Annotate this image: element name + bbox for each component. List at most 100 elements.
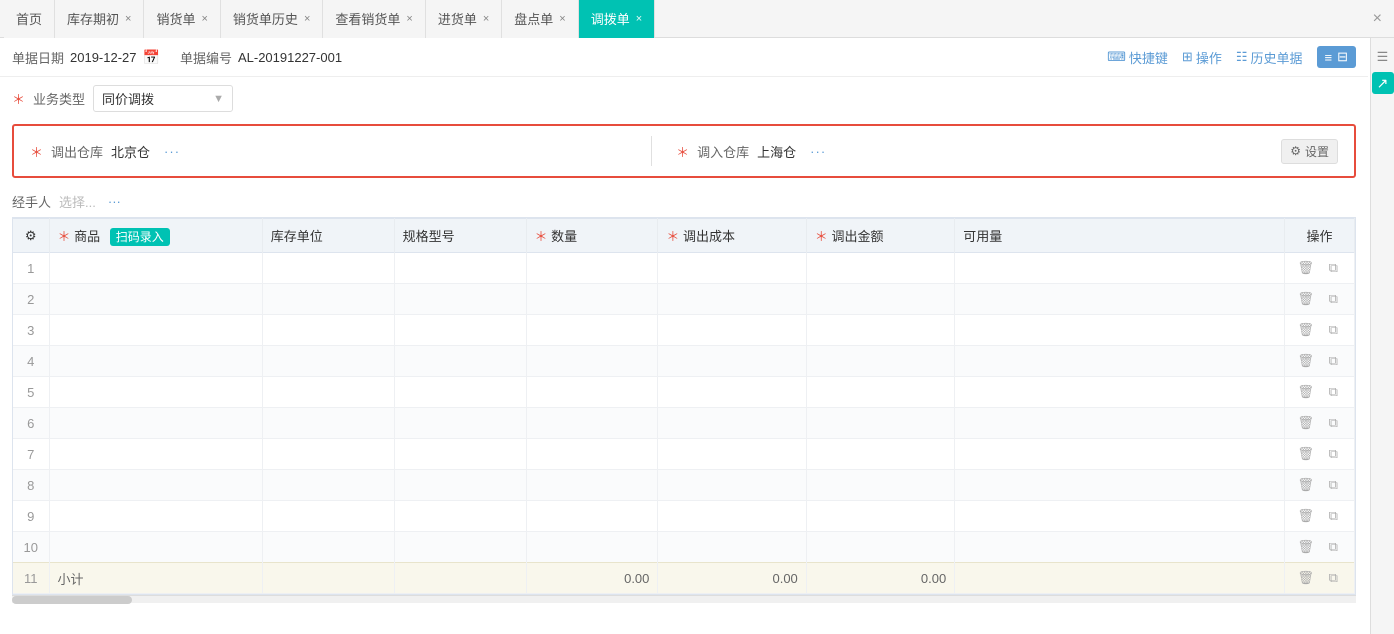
table-cell-cost-1[interactable] <box>658 253 806 284</box>
table-cell-qty-1[interactable] <box>526 253 658 284</box>
tab-close-inventory-count[interactable]: × <box>559 13 565 25</box>
table-cell-available-2[interactable] <box>955 284 1285 315</box>
out-warehouse-more-btn[interactable]: ··· <box>164 144 180 159</box>
settings-button[interactable]: ≡ ⊟ <box>1317 46 1357 68</box>
table-cell-spec-9[interactable] <box>394 501 526 532</box>
settings-gear-button[interactable]: ⚙ 设置 <box>1281 139 1338 164</box>
table-cell-amount-8[interactable] <box>806 470 954 501</box>
row-delete-icon-3[interactable]: 🗑 <box>1296 320 1316 340</box>
table-cell-available-7[interactable] <box>955 439 1285 470</box>
row-copy-icon-9[interactable]: ⧉ <box>1323 506 1343 526</box>
history-button[interactable]: ☷ 历史单据 <box>1236 48 1303 67</box>
table-cell-cost-7[interactable] <box>658 439 806 470</box>
table-cell-available-1[interactable] <box>955 253 1285 284</box>
table-cell-amount-3[interactable] <box>806 315 954 346</box>
table-cell-spec-3[interactable] <box>394 315 526 346</box>
calendar-icon[interactable]: 📅 <box>143 49 160 66</box>
table-cell-spec-7[interactable] <box>394 439 526 470</box>
row-copy-icon-10[interactable]: ⧉ <box>1323 537 1343 557</box>
shortcuts-button[interactable]: ⌨ 快捷键 <box>1107 48 1168 67</box>
table-cell-product-6[interactable] <box>49 408 262 439</box>
row-delete-icon-2[interactable]: 🗑 <box>1296 289 1316 309</box>
table-cell-qty-6[interactable] <box>526 408 658 439</box>
table-cell-qty-10[interactable] <box>526 532 658 563</box>
row-copy-icon-6[interactable]: ⧉ <box>1323 413 1343 433</box>
table-cell-qty-9[interactable] <box>526 501 658 532</box>
table-cell-cost-5[interactable] <box>658 377 806 408</box>
table-cell-product-7[interactable] <box>49 439 262 470</box>
subtotal-copy-icon[interactable]: ⧉ <box>1323 568 1343 588</box>
table-cell-spec-2[interactable] <box>394 284 526 315</box>
table-cell-amount-2[interactable] <box>806 284 954 315</box>
table-cell-cost-3[interactable] <box>658 315 806 346</box>
sidebar-list-button[interactable]: ☰ <box>1372 46 1394 68</box>
table-cell-spec-10[interactable] <box>394 532 526 563</box>
row-copy-icon-5[interactable]: ⧉ <box>1323 382 1343 402</box>
row-delete-icon-6[interactable]: 🗑 <box>1296 413 1316 433</box>
row-delete-icon-7[interactable]: 🗑 <box>1296 444 1316 464</box>
tab-close-inventory-init[interactable]: × <box>125 13 131 25</box>
table-cell-unit-10[interactable] <box>262 532 394 563</box>
tab-close-view-sales[interactable]: × <box>406 13 412 25</box>
table-cell-available-8[interactable] <box>955 470 1285 501</box>
table-cell-qty-3[interactable] <box>526 315 658 346</box>
row-copy-icon-1[interactable]: ⧉ <box>1323 258 1343 278</box>
table-cell-amount-1[interactable] <box>806 253 954 284</box>
table-cell-cost-4[interactable] <box>658 346 806 377</box>
table-cell-unit-3[interactable] <box>262 315 394 346</box>
tab-inventory-init[interactable]: 库存期初 × <box>55 0 144 38</box>
table-cell-cost-6[interactable] <box>658 408 806 439</box>
table-gear-col[interactable]: ⚙ <box>13 219 49 253</box>
table-cell-cost-2[interactable] <box>658 284 806 315</box>
table-cell-product-10[interactable] <box>49 532 262 563</box>
row-delete-icon-4[interactable]: 🗑 <box>1296 351 1316 371</box>
table-cell-qty-5[interactable] <box>526 377 658 408</box>
table-cell-unit-1[interactable] <box>262 253 394 284</box>
table-cell-product-9[interactable] <box>49 501 262 532</box>
table-cell-amount-5[interactable] <box>806 377 954 408</box>
tab-close-sales-order[interactable]: × <box>201 13 207 25</box>
table-cell-unit-9[interactable] <box>262 501 394 532</box>
table-cell-qty-4[interactable] <box>526 346 658 377</box>
person-more-btn[interactable]: ··· <box>108 194 121 209</box>
scrollbar-thumb[interactable] <box>12 596 132 604</box>
table-cell-amount-9[interactable] <box>806 501 954 532</box>
table-cell-unit-4[interactable] <box>262 346 394 377</box>
table-cell-amount-10[interactable] <box>806 532 954 563</box>
table-cell-unit-7[interactable] <box>262 439 394 470</box>
scan-badge[interactable]: 扫码录入 <box>110 228 170 246</box>
table-cell-amount-7[interactable] <box>806 439 954 470</box>
row-copy-icon-4[interactable]: ⧉ <box>1323 351 1343 371</box>
tab-close-transfer-order[interactable]: × <box>636 13 642 25</box>
table-cell-available-6[interactable] <box>955 408 1285 439</box>
table-cell-available-4[interactable] <box>955 346 1285 377</box>
person-select[interactable]: 选择... <box>59 192 96 211</box>
horizontal-scrollbar[interactable] <box>12 595 1356 603</box>
row-delete-icon-5[interactable]: 🗑 <box>1296 382 1316 402</box>
table-cell-cost-10[interactable] <box>658 532 806 563</box>
tab-sales-order[interactable]: 销货单 × <box>144 0 220 38</box>
tab-view-sales[interactable]: 查看销货单 × <box>323 0 425 38</box>
table-cell-available-3[interactable] <box>955 315 1285 346</box>
table-cell-cost-9[interactable] <box>658 501 806 532</box>
table-cell-product-5[interactable] <box>49 377 262 408</box>
table-cell-product-1[interactable] <box>49 253 262 284</box>
window-close-button[interactable]: × <box>1361 0 1394 38</box>
table-cell-spec-1[interactable] <box>394 253 526 284</box>
table-cell-product-4[interactable] <box>49 346 262 377</box>
tab-close-purchase-order[interactable]: × <box>483 13 489 25</box>
table-cell-spec-5[interactable] <box>394 377 526 408</box>
table-cell-product-8[interactable] <box>49 470 262 501</box>
row-delete-icon-1[interactable]: 🗑 <box>1296 258 1316 278</box>
tab-close-sales-history[interactable]: × <box>304 13 310 25</box>
table-cell-qty-7[interactable] <box>526 439 658 470</box>
table-cell-amount-4[interactable] <box>806 346 954 377</box>
table-cell-available-5[interactable] <box>955 377 1285 408</box>
table-cell-qty-8[interactable] <box>526 470 658 501</box>
in-warehouse-more-btn[interactable]: ··· <box>810 144 826 159</box>
table-cell-cost-8[interactable] <box>658 470 806 501</box>
table-cell-spec-4[interactable] <box>394 346 526 377</box>
tab-transfer-order[interactable]: 调拨单 × <box>579 0 655 38</box>
row-copy-icon-3[interactable]: ⧉ <box>1323 320 1343 340</box>
row-delete-icon-8[interactable]: 🗑 <box>1296 475 1316 495</box>
